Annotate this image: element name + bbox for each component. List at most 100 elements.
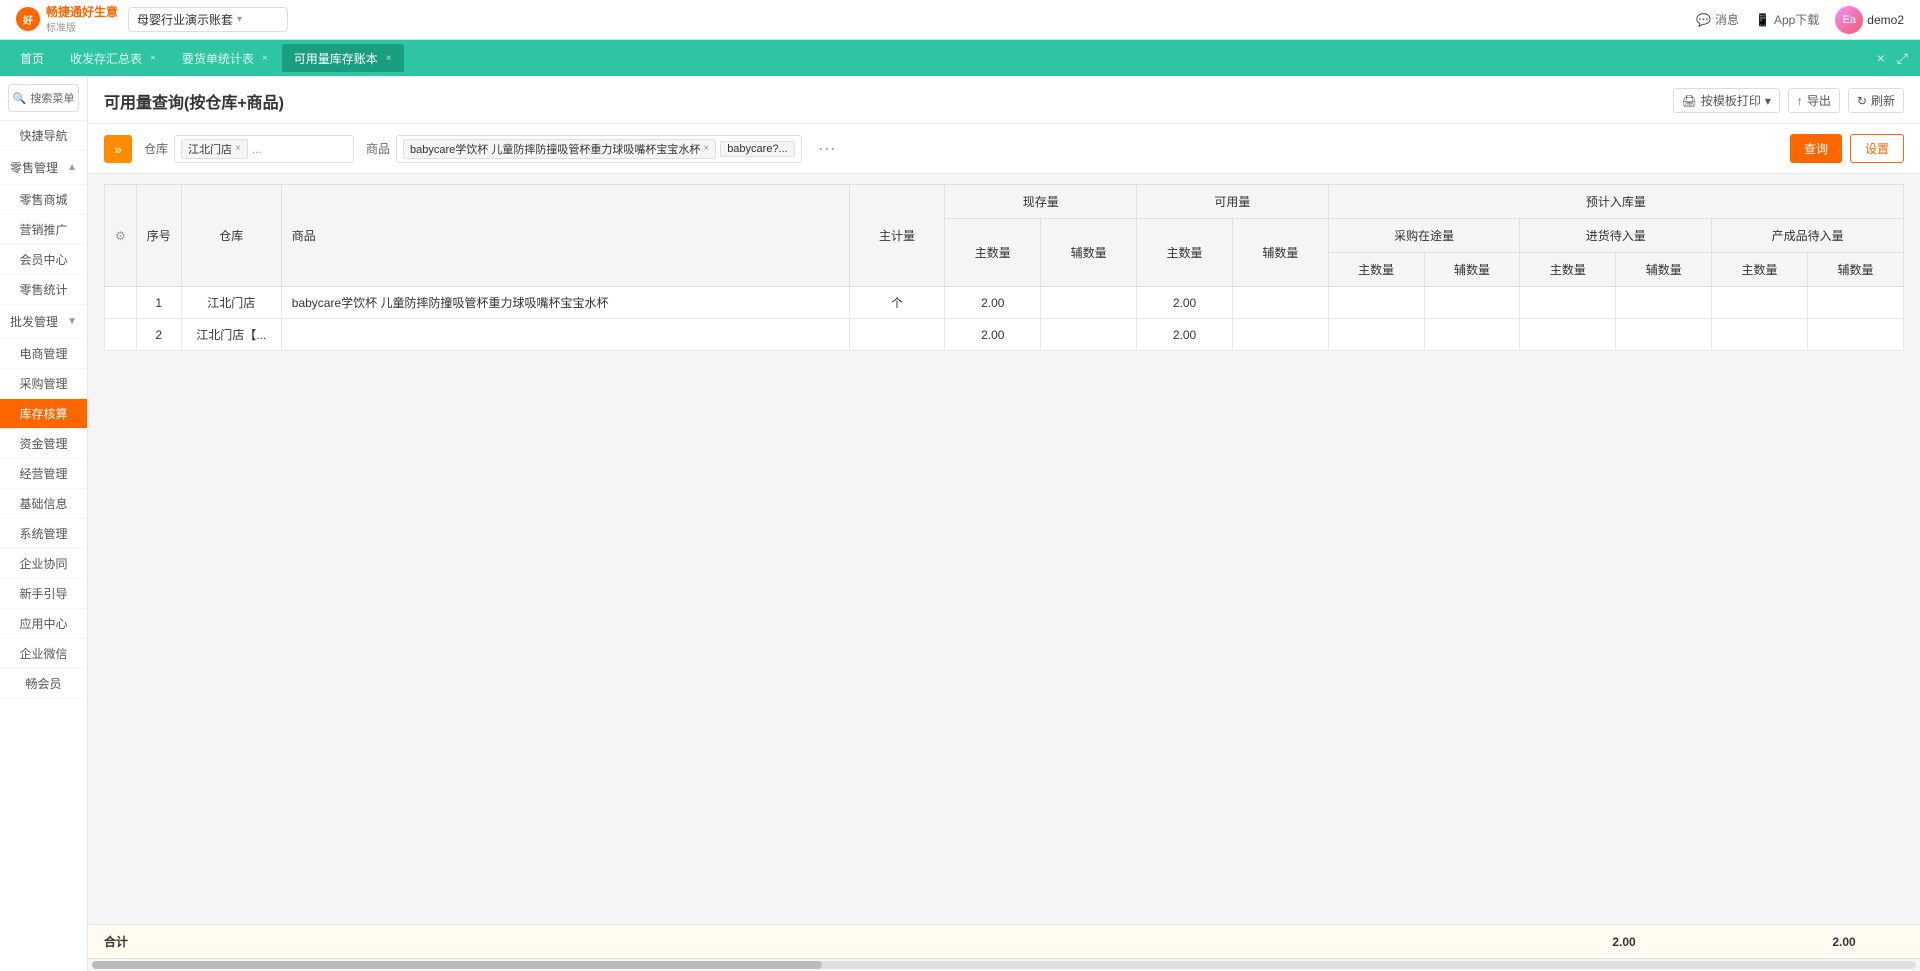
avatar: Ea xyxy=(1835,6,1863,34)
tab-inventory-close[interactable]: × xyxy=(386,53,392,64)
row-production-main xyxy=(1712,319,1808,351)
table-row[interactable]: 1 江北门店 babycare学饮杯 儿童防摔防撞吸管杯重力球吸嘴杯宝宝水杯 个… xyxy=(105,287,1904,319)
warehouse-ellipsis[interactable]: ... xyxy=(252,142,262,156)
tab-expand-button[interactable]: ⤢ xyxy=(1893,48,1912,69)
th-group-inbound: 预计入库量 xyxy=(1328,185,1903,219)
data-table: ⚙ 序号 仓库 商品 主计量 xyxy=(104,184,1904,351)
sidebar-item-new-guide[interactable]: 新手引导 xyxy=(0,579,87,609)
message-button[interactable]: 💬 消息 xyxy=(1696,11,1739,28)
sidebar-item-retail-mall[interactable]: 零售商城 xyxy=(0,185,87,215)
row-arrival-main xyxy=(1520,319,1616,351)
top-bar-right: 💬 消息 📱 App下载 Ea demo2 xyxy=(1696,6,1904,34)
page-title-row: 可用量查询(按仓库+商品) 🖨 按模板打印 ▾ ↑ 导出 ↻ 刷新 xyxy=(104,88,1904,113)
sidebar-item-enterprise-collab[interactable]: 企业协同 xyxy=(0,549,87,579)
th-warehouse: 仓库 xyxy=(181,185,281,287)
scrollbar-thumb[interactable] xyxy=(92,961,822,969)
table-row[interactable]: 2 江北门店【... 2.00 2.00 xyxy=(105,319,1904,351)
query-button[interactable]: 查询 xyxy=(1790,134,1842,163)
th-group-arrival: 进货待入量 xyxy=(1520,219,1712,253)
tab-home[interactable]: 首页 xyxy=(8,44,56,72)
row-purchase-main xyxy=(1328,287,1424,319)
row-no: 2 xyxy=(136,319,181,351)
row-settings-cell xyxy=(105,287,137,319)
row-arrival-aux xyxy=(1616,287,1712,319)
sidebar-item-retail-mgmt[interactable]: 零售管理 ▲ xyxy=(0,151,87,185)
sidebar-search-area: 🔍 搜索菜单 xyxy=(0,76,87,121)
sidebar-item-operations-mgmt[interactable]: 经营管理 xyxy=(0,459,87,489)
page-title: 可用量查询(按仓库+商品) xyxy=(104,89,284,113)
user-area[interactable]: Ea demo2 xyxy=(1835,6,1904,34)
tab-order[interactable]: 要货单统计表 × xyxy=(170,44,280,72)
warehouse-filter-group: 仓库 江北门店 × ... xyxy=(144,135,354,163)
row-avail-aux xyxy=(1232,287,1328,319)
export-button[interactable]: ↑ 导出 xyxy=(1788,88,1840,113)
th-purchase-main: 主数量 xyxy=(1328,253,1424,287)
table-area: ⚙ 序号 仓库 商品 主计量 xyxy=(88,174,1920,924)
tab-home-label: 首页 xyxy=(20,50,44,67)
sidebar-search-label: 搜索菜单 xyxy=(30,90,74,106)
sidebar-item-wholesale-mgmt[interactable]: 批发管理 ▼ xyxy=(0,305,87,339)
tab-close-all-button[interactable]: × xyxy=(1873,48,1889,68)
row-main-unit: 个 xyxy=(849,287,945,319)
company-selector[interactable]: 母婴行业演示账套 ▾ xyxy=(128,7,288,32)
sidebar-item-vip-member[interactable]: 畅会员 xyxy=(0,669,87,699)
logo-text: 畅捷通好生意 xyxy=(46,5,118,19)
refresh-button[interactable]: ↻ 刷新 xyxy=(1848,88,1904,113)
sidebar-item-ecommerce-mgmt[interactable]: 电商管理 xyxy=(0,339,87,369)
tab-inventory[interactable]: 可用量库存账本 × xyxy=(282,44,404,72)
product-tag-1-close[interactable]: × xyxy=(703,143,709,154)
print-icon: 🖨 xyxy=(1682,94,1697,108)
th-group-available: 可用量 xyxy=(1137,185,1329,219)
sidebar-item-inventory-mgmt[interactable]: 库存核算 xyxy=(0,399,87,429)
export-icon: ↑ xyxy=(1797,94,1803,108)
template-print-button[interactable]: 🖨 按模板打印 ▾ xyxy=(1673,88,1780,113)
product-tag-2: babycare?... xyxy=(720,141,795,157)
app-download-button[interactable]: 📱 App下载 xyxy=(1755,11,1819,28)
filter-toggle-icon: » xyxy=(114,141,122,157)
table-settings-icon[interactable]: ⚙ xyxy=(115,229,126,243)
sidebar-item-enterprise-wechat[interactable]: 企业微信 xyxy=(0,639,87,669)
th-avail-aux: 辅数量 xyxy=(1232,219,1328,287)
refresh-icon: ↻ xyxy=(1857,94,1867,108)
tab-receive[interactable]: 收发存汇总表 × xyxy=(58,44,168,72)
sidebar-item-retail-stats[interactable]: 零售统计 xyxy=(0,275,87,305)
sidebar-item-system-mgmt[interactable]: 系统管理 xyxy=(0,519,87,549)
tab-receive-close[interactable]: × xyxy=(150,53,156,64)
logo-text-block: 畅捷通好生意 标准版 xyxy=(46,5,118,34)
settings-button[interactable]: 设置 xyxy=(1850,134,1904,163)
sidebar-search-button[interactable]: 🔍 搜索菜单 xyxy=(8,84,79,112)
filter-more-button[interactable]: ··· xyxy=(814,138,840,159)
warehouse-input[interactable]: 江北门店 × ... xyxy=(174,135,354,163)
sidebar-item-quick-nav[interactable]: 快捷导航 xyxy=(0,121,87,151)
page-header: 可用量查询(按仓库+商品) 🖨 按模板打印 ▾ ↑ 导出 ↻ 刷新 xyxy=(88,76,1920,124)
sidebar-item-marketing[interactable]: 营销推广 xyxy=(0,215,87,245)
filter-bar: » 仓库 江北门店 × ... 商品 babycare学饮杯 儿童防摔防撞吸管杯… xyxy=(88,124,1920,174)
row-warehouse: 江北门店 xyxy=(181,287,281,319)
main-layout: 🔍 搜索菜单 快捷导航 零售管理 ▲ 零售商城 营销推广 会员中心 零售统计 批… xyxy=(0,76,1920,971)
row-product: babycare学饮杯 儿童防摔防撞吸管杯重力球吸嘴杯宝宝水杯 xyxy=(281,287,849,319)
horizontal-scrollbar[interactable] xyxy=(88,959,1920,971)
th-group-stock: 现存量 xyxy=(945,185,1137,219)
sidebar-item-finance-mgmt[interactable]: 资金管理 xyxy=(0,429,87,459)
row-stock-main: 2.00 xyxy=(945,287,1041,319)
product-input[interactable]: babycare学饮杯 儿童防摔防撞吸管杯重力球吸嘴杯宝宝水杯 × babyca… xyxy=(396,135,802,163)
sidebar-item-app-center[interactable]: 应用中心 xyxy=(0,609,87,639)
sidebar-item-purchase-mgmt[interactable]: 采购管理 xyxy=(0,369,87,399)
sidebar-item-member-center[interactable]: 会员中心 xyxy=(0,245,87,275)
sidebar-item-basic-info[interactable]: 基础信息 xyxy=(0,489,87,519)
filter-toggle-button[interactable]: » xyxy=(104,135,132,163)
app-download-icon: 📱 xyxy=(1755,13,1770,27)
warehouse-tag-close[interactable]: × xyxy=(235,143,241,154)
row-settings-cell xyxy=(105,319,137,351)
row-purchase-main xyxy=(1328,319,1424,351)
top-bar-left: 好 畅捷通好生意 标准版 母婴行业演示账套 ▾ xyxy=(16,5,288,34)
warehouse-tag: 江北门店 × xyxy=(181,139,248,159)
tab-order-close[interactable]: × xyxy=(262,53,268,64)
sidebar-retail-mgmt-arrow: ▲ xyxy=(67,162,77,173)
th-settings: ⚙ xyxy=(105,185,137,287)
row-main-unit xyxy=(849,319,945,351)
tab-inventory-label: 可用量库存账本 xyxy=(294,50,378,67)
summary-stock-main: 2.00 xyxy=(1564,935,1684,949)
row-purchase-aux xyxy=(1424,287,1520,319)
sidebar-retail-mgmt-label: 零售管理 xyxy=(10,159,58,176)
